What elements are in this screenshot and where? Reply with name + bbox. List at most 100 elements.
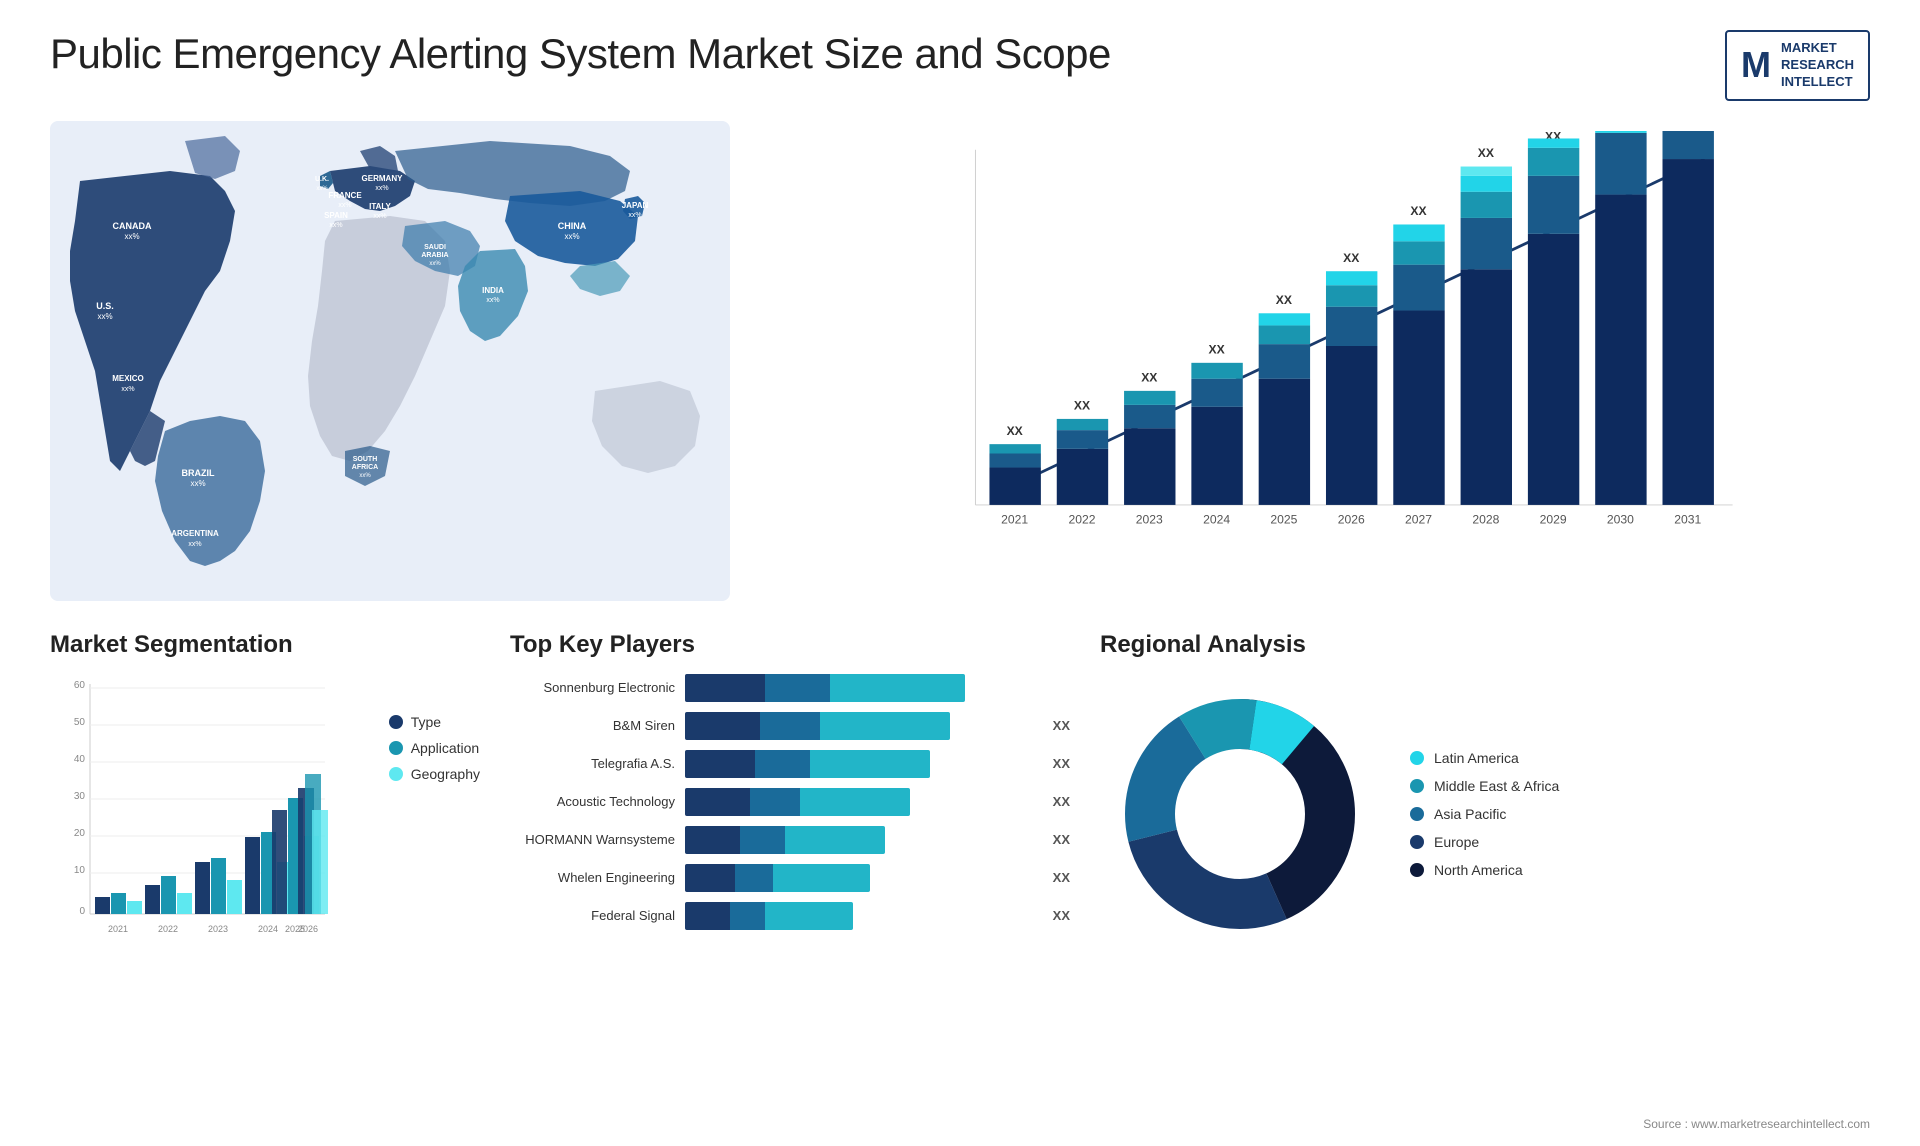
players-chart: Sonnenburg Electronic B&M Siren [510, 674, 1070, 930]
player-value-telegrafia: XX [1053, 756, 1070, 771]
svg-text:2025: 2025 [1270, 512, 1297, 526]
player-name-bm: B&M Siren [510, 718, 675, 733]
legend-europe-dot [1410, 835, 1424, 849]
svg-text:2022: 2022 [1068, 512, 1095, 526]
donut-chart-svg [1100, 674, 1380, 954]
player-name-acoustic: Acoustic Technology [510, 794, 675, 809]
segmentation-section: Market Segmentation 60 50 40 30 20 [50, 631, 480, 1011]
svg-text:2026: 2026 [298, 924, 318, 934]
legend-application-dot [389, 741, 403, 755]
svg-text:SPAIN: SPAIN [324, 211, 348, 220]
svg-text:xx%: xx% [359, 473, 371, 479]
svg-text:50: 50 [74, 717, 86, 728]
svg-text:2028: 2028 [1472, 512, 1499, 526]
player-name-telegrafia: Telegrafia A.S. [510, 756, 675, 771]
svg-text:2023: 2023 [208, 924, 228, 934]
player-name-hormann: HORMANN Warnsysteme [510, 832, 675, 847]
players-title: Top Key Players [510, 631, 1070, 659]
svg-text:MEXICO: MEXICO [112, 374, 144, 383]
legend-middle-east-dot [1410, 779, 1424, 793]
header: Public Emergency Alerting System Market … [50, 30, 1870, 101]
svg-text:xx%: xx% [316, 186, 328, 192]
logo-letter: M [1741, 44, 1771, 86]
svg-text:2029: 2029 [1540, 512, 1567, 526]
player-value-hormann: XX [1053, 832, 1070, 847]
player-bar-acoustic [685, 788, 1035, 816]
player-value-federal: XX [1053, 908, 1070, 923]
svg-text:XX: XX [1276, 293, 1292, 307]
svg-text:xx%: xx% [486, 297, 499, 304]
svg-text:XX: XX [1074, 398, 1090, 412]
player-value-acoustic: XX [1053, 794, 1070, 809]
player-name-whelen: Whelen Engineering [510, 870, 675, 885]
svg-text:xx%: xx% [564, 232, 579, 241]
player-bar-sonnenburg [685, 674, 1052, 702]
svg-text:2024: 2024 [258, 924, 278, 934]
svg-text:xx%: xx% [97, 312, 112, 321]
svg-text:xx%: xx% [375, 185, 388, 192]
bar-chart-wrapper: XX 2021 XX 2022 XX 2023 [810, 131, 1850, 561]
svg-text:GERMANY: GERMANY [362, 174, 404, 183]
legend-europe: Europe [1410, 834, 1559, 850]
top-section: CANADA xx% U.S. xx% MEXICO xx% BRAZIL xx… [50, 121, 1870, 601]
legend-geography: Geography [389, 766, 480, 782]
svg-text:2026: 2026 [1338, 512, 1365, 526]
svg-text:xx%: xx% [338, 202, 351, 209]
svg-text:20: 20 [74, 828, 86, 839]
svg-text:U.K.: U.K. [315, 176, 329, 183]
legend-geography-label: Geography [411, 766, 480, 782]
legend-type-label: Type [411, 714, 441, 730]
map-svg: CANADA xx% U.S. xx% MEXICO xx% BRAZIL xx… [50, 121, 730, 601]
legend-latin-america-label: Latin America [1434, 750, 1519, 766]
svg-text:U.S.: U.S. [96, 301, 114, 311]
svg-text:2031: 2031 [1674, 512, 1701, 526]
svg-text:2027: 2027 [1405, 512, 1432, 526]
svg-text:40: 40 [74, 754, 86, 765]
player-row-hormann: HORMANN Warnsysteme XX [510, 826, 1070, 854]
legend-north-america-label: North America [1434, 862, 1523, 878]
source-text: Source : www.marketresearchintellect.com [1643, 1117, 1870, 1131]
page-title: Public Emergency Alerting System Market … [50, 30, 1111, 78]
segmentation-title: Market Segmentation [50, 631, 480, 659]
svg-text:XX: XX [1478, 146, 1494, 160]
svg-text:ARABIA: ARABIA [421, 252, 448, 259]
legend-type-dot [389, 715, 403, 729]
legend-latin-america: Latin America [1410, 750, 1559, 766]
legend-geography-dot [389, 767, 403, 781]
svg-text:XX: XX [1209, 342, 1225, 356]
svg-text:JAPAN: JAPAN [622, 201, 649, 210]
seg-legend: Type Application Geography [389, 704, 480, 782]
players-section: Top Key Players Sonnenburg Electronic [510, 631, 1070, 1011]
svg-text:ITALY: ITALY [369, 202, 391, 211]
bar-chart-section: XX 2021 XX 2022 XX 2023 [750, 121, 1870, 601]
svg-text:xx%: xx% [124, 232, 139, 241]
regional-section: Regional Analysis [1100, 631, 1870, 1011]
svg-text:0: 0 [79, 906, 85, 917]
svg-text:CHINA: CHINA [558, 221, 587, 231]
svg-text:SAUDI: SAUDI [424, 244, 446, 251]
svg-text:FRANCE: FRANCE [328, 191, 362, 200]
svg-text:xx%: xx% [121, 386, 134, 393]
svg-text:xx%: xx% [628, 212, 641, 219]
svg-text:xx%: xx% [190, 479, 205, 488]
player-value-bm: XX [1053, 718, 1070, 733]
seg-chart-svg: 60 50 40 30 20 10 0 [50, 674, 330, 964]
player-value-whelen: XX [1053, 870, 1070, 885]
player-name-federal: Federal Signal [510, 908, 675, 923]
legend-north-america-dot [1410, 863, 1424, 877]
player-row-bm: B&M Siren XX [510, 712, 1070, 740]
svg-text:60: 60 [74, 680, 86, 691]
logo-text: MARKET RESEARCH INTELLECT [1781, 40, 1854, 91]
svg-text:10: 10 [74, 865, 86, 876]
legend-north-america: North America [1410, 862, 1559, 878]
regional-legend: Latin America Middle East & Africa Asia … [1410, 750, 1559, 878]
svg-text:xx%: xx% [329, 222, 342, 229]
bottom-section: Market Segmentation 60 50 40 30 20 [50, 631, 1870, 1011]
player-row-federal: Federal Signal XX [510, 902, 1070, 930]
legend-application: Application [389, 740, 480, 756]
svg-text:INDIA: INDIA [482, 286, 504, 295]
world-map: CANADA xx% U.S. xx% MEXICO xx% BRAZIL xx… [50, 121, 730, 601]
player-bar-bm [685, 712, 1035, 740]
svg-text:2023: 2023 [1136, 512, 1163, 526]
legend-europe-label: Europe [1434, 834, 1479, 850]
